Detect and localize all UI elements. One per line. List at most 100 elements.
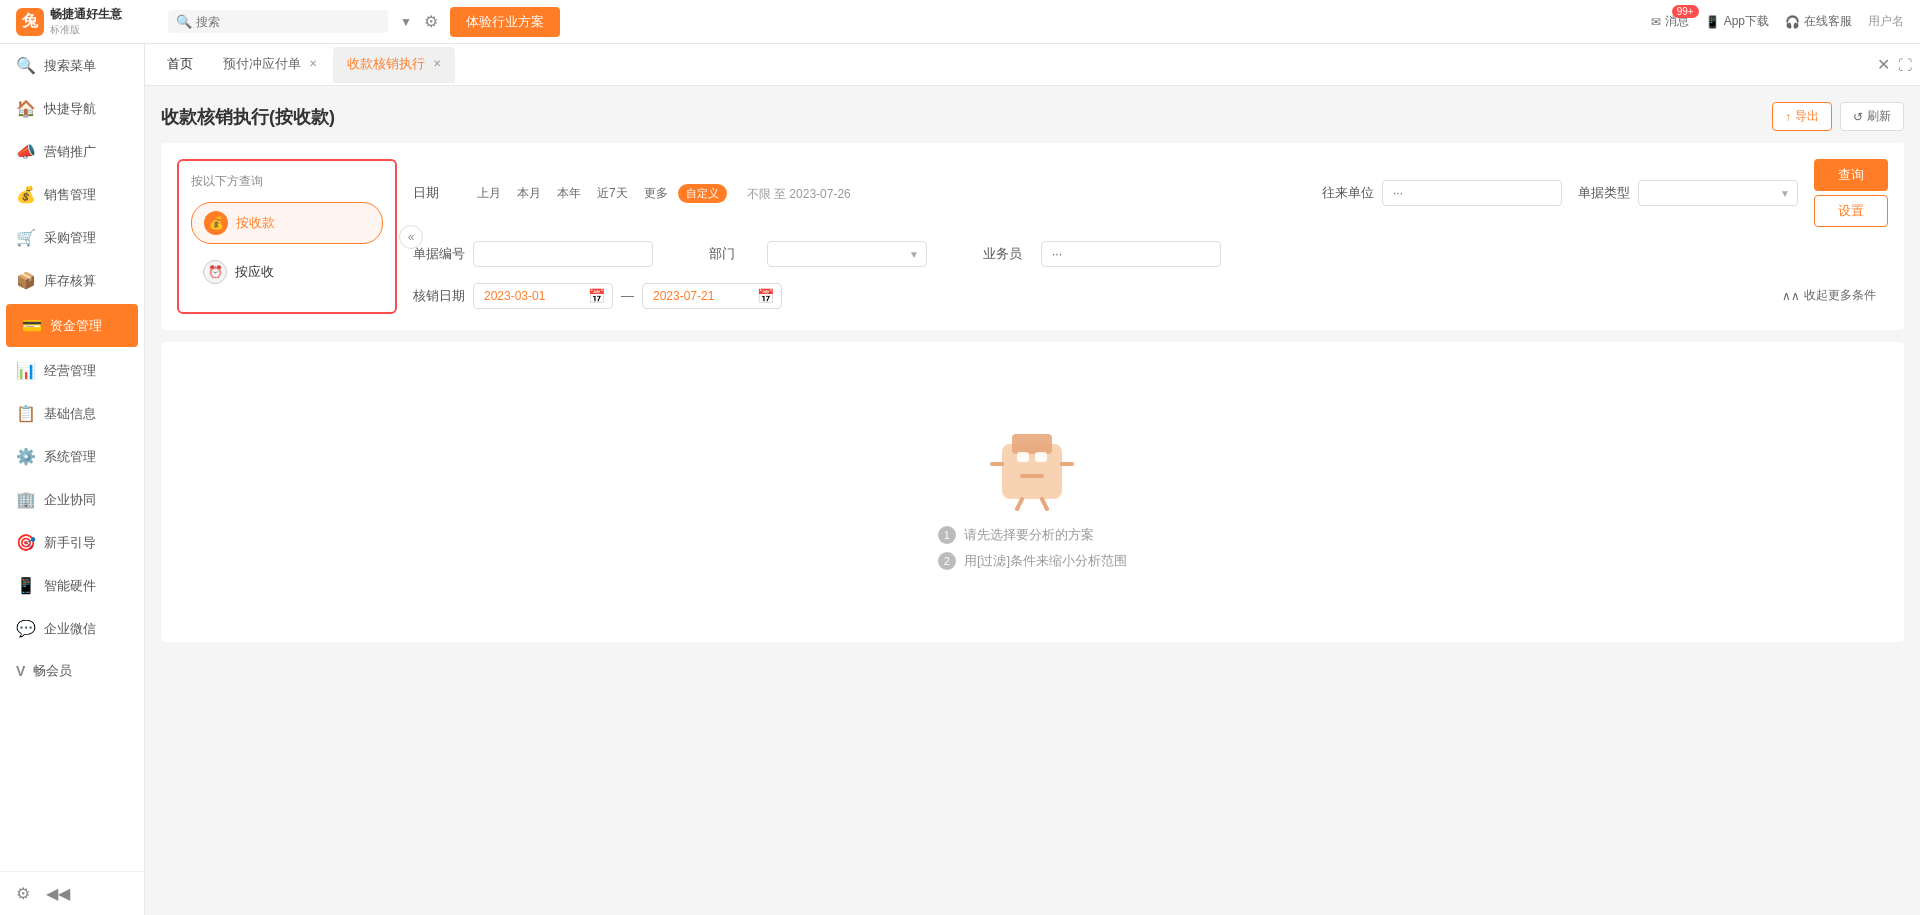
chevron-down-icon[interactable]: ▼ (400, 15, 412, 29)
cancel-date-field: 核销日期 📅 — 📅 (413, 283, 782, 309)
svg-line-7 (1017, 499, 1022, 509)
guide-icon: 🎯 (16, 533, 36, 552)
tab-home[interactable]: 首页 (153, 47, 207, 83)
sidebar-item-vip[interactable]: V 畅会员 (0, 650, 144, 692)
quick-nav-icon: 🏠 (16, 99, 36, 118)
logo-area: 兔 畅捷通好生意 标准版 (16, 6, 156, 37)
counterpart-input[interactable]: ··· (1382, 180, 1562, 206)
industry-solution-button[interactable]: 体验行业方案 (450, 7, 560, 37)
voucher-type-select[interactable] (1638, 180, 1798, 206)
sidebar-item-guide[interactable]: 🎯 新手引导 (0, 521, 144, 564)
date-shortcut-this-year[interactable]: 本年 (551, 183, 587, 204)
settings-button[interactable]: 设置 (1814, 195, 1888, 227)
inventory-icon: 📦 (16, 271, 36, 290)
tip-1-number: 1 (938, 526, 956, 544)
calendar-start-icon[interactable]: 📅 (588, 288, 605, 304)
date-range-text: 不限 至 2023-07-26 (747, 186, 851, 203)
receivable-method-icon: ⏰ (203, 260, 227, 284)
query-method-by-receivable[interactable]: ⏰ 按应收 (191, 252, 383, 292)
page-title: 收款核销执行(按收款) (161, 105, 335, 129)
wechat-icon: 💬 (16, 619, 36, 638)
gear-icon[interactable]: ⚙ (424, 12, 438, 31)
query-button[interactable]: 查询 (1814, 159, 1888, 191)
date-shortcut-last-month[interactable]: 上月 (471, 183, 507, 204)
refresh-button[interactable]: ↺ 刷新 (1840, 102, 1904, 131)
tab-prepay[interactable]: 预付冲应付单 ✕ (209, 47, 331, 83)
page-header: 收款核销执行(按收款) ↑ 导出 ↺ 刷新 (161, 102, 1904, 131)
tab-collection-cancel-close[interactable]: ✕ (433, 58, 441, 69)
date-shortcut-more[interactable]: 更多 (638, 183, 674, 204)
sidebar-item-capital[interactable]: 💳 资金管理 (6, 304, 138, 347)
sidebar-item-quick-nav[interactable]: 🏠 快捷导航 (0, 87, 144, 130)
date-range-info: 不限 至 2023-07-26 (747, 184, 851, 203)
tab-prepay-close[interactable]: ✕ (309, 58, 317, 69)
svg-rect-3 (1035, 452, 1047, 462)
cancel-date-end-wrapper: 📅 (642, 283, 782, 309)
sidebar-settings-icon[interactable]: ⚙ (16, 884, 30, 903)
empty-state-tips: 1 请先选择要分析的方案 2 用[过滤]条件来缩小分析范围 (938, 526, 1127, 570)
date-separator: — (621, 288, 634, 303)
query-method-by-collection[interactable]: 💰 按收款 (191, 202, 383, 244)
sidebar-item-system[interactable]: ⚙️ 系统管理 (0, 435, 144, 478)
tab-bar-actions: ✕ ⛶ (1877, 55, 1912, 74)
sidebar-item-wechat[interactable]: 💬 企业微信 (0, 607, 144, 650)
date-shortcut-7days[interactable]: 近7天 (591, 183, 634, 204)
calendar-end-icon[interactable]: 📅 (757, 288, 774, 304)
purchase-icon: 🛒 (16, 228, 36, 247)
sidebar-item-smart-hardware[interactable]: 📱 智能硬件 (0, 564, 144, 607)
sidebar-item-purchase[interactable]: 🛒 采购管理 (0, 216, 144, 259)
app-name: 畅捷通好生意 (50, 6, 122, 23)
close-all-tabs-icon[interactable]: ✕ (1877, 55, 1890, 74)
collapse-up-icon: ∧∧ (1782, 289, 1800, 303)
query-panel: 按以下方查询 💰 按收款 ⏰ 按应收 « (161, 143, 1904, 330)
svg-rect-2 (1017, 452, 1029, 462)
dept-label: 部门 (709, 245, 759, 263)
content-area: 首页 预付冲应付单 ✕ 收款核销执行 ✕ ✕ ⛶ 收款核销执行(按收款) (145, 44, 1920, 915)
phone-icon: 📱 (1705, 15, 1720, 29)
cancel-date-start-wrapper: 📅 (473, 283, 613, 309)
staff-input[interactable]: ··· (1041, 241, 1221, 267)
result-area: 1 请先选择要分析的方案 2 用[过滤]条件来缩小分析范围 (161, 342, 1904, 642)
svg-line-8 (1042, 499, 1047, 509)
query-method-panel: 按以下方查询 💰 按收款 ⏰ 按应收 (177, 159, 397, 314)
basic-info-icon: 📋 (16, 404, 36, 423)
dept-select[interactable] (767, 241, 927, 267)
message-badge: 99+ (1672, 5, 1699, 18)
online-service-button[interactable]: 🎧 在线客服 (1785, 13, 1852, 30)
sidebar-item-operation[interactable]: 📊 经营管理 (0, 349, 144, 392)
expand-icon[interactable]: ⛶ (1898, 57, 1912, 73)
sidebar-item-sales[interactable]: 💰 销售管理 (0, 173, 144, 216)
export-button[interactable]: ↑ 导出 (1772, 102, 1832, 131)
top-bar-right: ✉ 消息 99+ 📱 App下载 🎧 在线客服 用户名 (1651, 13, 1904, 30)
date-custom-tag[interactable]: 自定义 (678, 184, 727, 203)
tab-bar: 首页 预付冲应付单 ✕ 收款核销执行 ✕ ✕ ⛶ (145, 44, 1920, 86)
voucher-no-label: 单据编号 (413, 245, 465, 263)
user-area[interactable]: 用户名 (1868, 13, 1904, 30)
sidebar-item-basic-info[interactable]: 📋 基础信息 (0, 392, 144, 435)
sidebar-item-search-menu[interactable]: 🔍 搜索菜单 (0, 44, 144, 87)
top-search-box[interactable]: 🔍 (168, 10, 388, 33)
voucher-no-field: 单据编号 (413, 241, 653, 267)
sidebar-item-marketing[interactable]: 📣 营销推广 (0, 130, 144, 173)
svg-rect-1 (1012, 434, 1052, 454)
app-download-button[interactable]: 📱 App下载 (1705, 13, 1769, 30)
query-method-title: 按以下方查询 (191, 173, 383, 190)
cancel-date-label: 核销日期 (413, 287, 465, 305)
date-shortcut-this-month[interactable]: 本月 (511, 183, 547, 204)
search-input[interactable] (196, 15, 380, 29)
tab-collection-cancel[interactable]: 收款核销执行 ✕ (333, 47, 455, 83)
staff-label: 业务员 (983, 245, 1033, 263)
enterprise-icon: 🏢 (16, 490, 36, 509)
voucher-no-input[interactable] (473, 241, 653, 267)
collapse-left-icon: « (408, 230, 415, 244)
top-bar: 兔 畅捷通好生意 标准版 🔍 ▼ ⚙ 体验行业方案 ✉ 消息 99+ 📱 App… (0, 0, 1920, 44)
collapse-left-button[interactable]: « (399, 225, 423, 249)
collapse-more-button[interactable]: ∧∧ 收起更多条件 (1770, 281, 1888, 310)
sidebar-item-inventory[interactable]: 📦 库存核算 (0, 259, 144, 302)
page-header-actions: ↑ 导出 ↺ 刷新 (1772, 102, 1904, 131)
sidebar-collapse-icon[interactable]: ◀◀ (46, 884, 70, 903)
message-button[interactable]: ✉ 消息 99+ (1651, 13, 1689, 30)
voucher-type-select-wrapper: ▼ (1638, 180, 1798, 206)
date-label: 日期 (413, 184, 463, 202)
sidebar-item-enterprise[interactable]: 🏢 企业协同 (0, 478, 144, 521)
